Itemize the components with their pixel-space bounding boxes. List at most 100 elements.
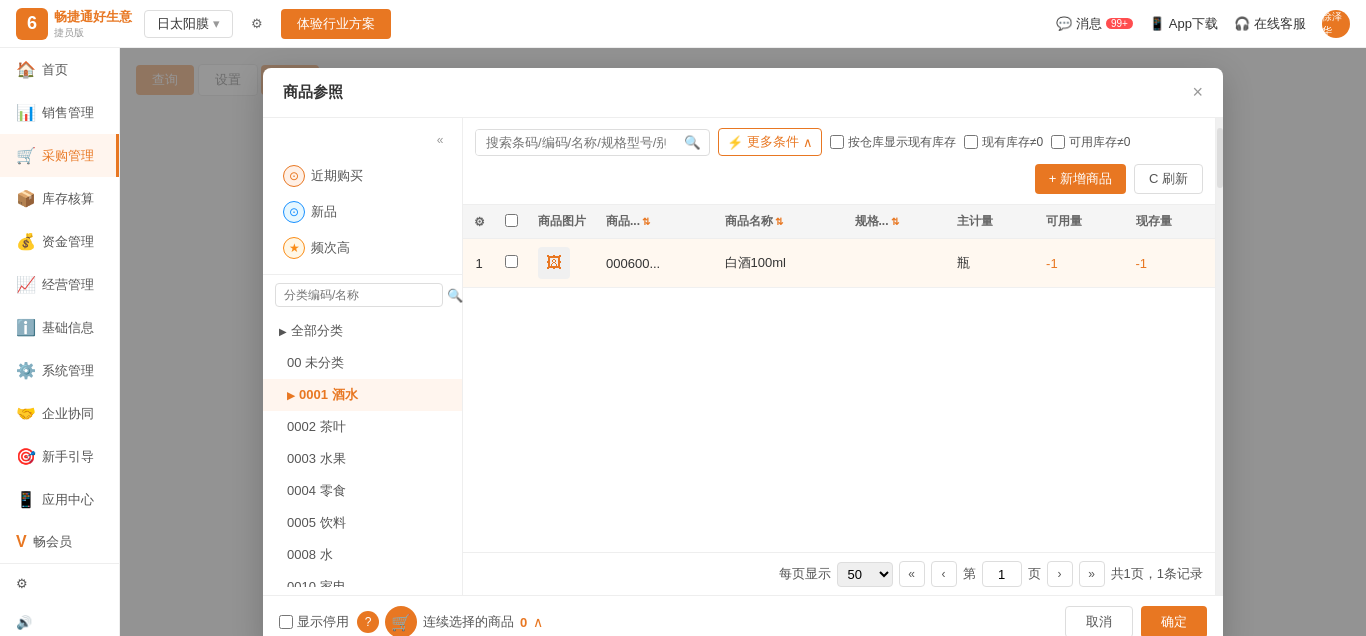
confirm-button[interactable]: 确定 xyxy=(1141,606,1207,636)
col-image: 商品图片 xyxy=(528,205,596,239)
sidebar-item-basic-info[interactable]: ℹ️ 基础信息 xyxy=(0,306,119,349)
product-thumbnail: 🖼 xyxy=(538,247,570,279)
sidebar-item-home[interactable]: 🏠 首页 xyxy=(0,48,119,91)
next-page-button[interactable]: › xyxy=(1047,561,1073,587)
table-row[interactable]: 1 🖼 xyxy=(463,239,1215,288)
modal-body: « ⊙ 近期购买 ⊙ 新品 ★ xyxy=(263,118,1223,595)
settings-button[interactable]: ⚙ xyxy=(241,8,273,40)
first-page-button[interactable]: « xyxy=(899,561,925,587)
modal-title: 商品参照 xyxy=(283,83,343,102)
filter-new[interactable]: ⊙ 新品 xyxy=(271,194,454,230)
row-code: 000600... xyxy=(596,239,715,288)
sidebar: 🏠 首页 📊 销售管理 🛒 采购管理 📦 库存核算 💰 资金管理 📈 经营管理 … xyxy=(0,48,120,636)
message-icon: 💬 xyxy=(1056,16,1072,31)
online-service-button[interactable]: 🎧 在线客服 xyxy=(1234,15,1306,33)
category-appliance[interactable]: 0010 家电 xyxy=(263,571,462,587)
table-settings-icon[interactable]: ⚙ xyxy=(474,215,485,229)
category-tea[interactable]: 0002 茶叶 xyxy=(263,411,462,443)
trial-button[interactable]: 体验行业方案 xyxy=(281,9,391,39)
category-uncategorized[interactable]: 00 未分类 xyxy=(263,347,462,379)
select-all-checkbox[interactable] xyxy=(505,214,518,227)
operations-icon: 📈 xyxy=(16,275,36,294)
sidebar-item-sales[interactable]: 📊 销售管理 xyxy=(0,91,119,134)
sidebar-item-member[interactable]: V 畅会员 xyxy=(0,521,119,563)
category-search-icon[interactable]: 🔍 xyxy=(447,288,463,303)
footer-left: ? 🛒 连续选择的商品 0 ∧ xyxy=(357,606,543,636)
panel-collapse-button[interactable]: « xyxy=(430,130,450,150)
filter-frequent[interactable]: ★ 频次高 xyxy=(271,230,454,266)
sidebar-item-volume[interactable]: 🔊 xyxy=(0,603,119,636)
page-label: 页 xyxy=(1028,565,1041,583)
system-icon: ⚙️ xyxy=(16,361,36,380)
category-fruit[interactable]: 0003 水果 xyxy=(263,443,462,475)
col-code[interactable]: 商品...⇅ xyxy=(596,205,715,239)
per-page-select[interactable]: 50 100 200 xyxy=(837,562,893,587)
category-water[interactable]: 0008 水 xyxy=(263,539,462,571)
category-wine[interactable]: ▶ 0001 酒水 xyxy=(263,379,462,411)
sidebar-item-apps[interactable]: 📱 应用中心 xyxy=(0,478,119,521)
last-page-button[interactable]: » xyxy=(1079,561,1105,587)
info-icon: ℹ️ xyxy=(16,318,36,337)
more-filters-button[interactable]: ⚡ 更多条件 ∧ xyxy=(718,128,822,156)
app-download-button[interactable]: 📱 App下载 xyxy=(1149,15,1218,33)
modal-footer: 显示停用 ? 🛒 连续选择的商品 0 ∧ 取消 确定 xyxy=(263,595,1223,636)
per-page-label: 每页显示 xyxy=(779,565,831,583)
cancel-button[interactable]: 取消 xyxy=(1065,606,1133,636)
filter-icon: ⚡ xyxy=(727,135,743,150)
cart-button[interactable]: 🛒 xyxy=(385,606,417,636)
col-name[interactable]: 商品名称⇅ xyxy=(715,205,845,239)
apps-icon: 📱 xyxy=(16,490,36,509)
category-drink[interactable]: 0005 饮料 xyxy=(263,507,462,539)
logo-icon: 6 xyxy=(16,8,48,40)
refresh-button[interactable]: C 刷新 xyxy=(1134,164,1203,194)
checkbox-nonzero-available[interactable]: 可用库存≠0 xyxy=(1051,134,1130,151)
modal-overlay: 商品参照 × « ⊙ 近期购买 xyxy=(120,48,1366,636)
modal-close-button[interactable]: × xyxy=(1192,82,1203,103)
category-all[interactable]: ▶ 全部分类 xyxy=(263,315,462,347)
category-search-input[interactable] xyxy=(275,283,443,307)
scrollbar-thumb[interactable] xyxy=(1217,128,1223,188)
total-label: 共1页，1条记录 xyxy=(1111,565,1203,583)
sidebar-item-enterprise[interactable]: 🤝 企业协同 xyxy=(0,392,119,435)
prev-page-button[interactable]: ‹ xyxy=(931,561,957,587)
row-checkbox[interactable] xyxy=(505,255,518,268)
scrollbar[interactable] xyxy=(1215,118,1223,595)
col-spec[interactable]: 规格...⇅ xyxy=(845,205,947,239)
col-unit[interactable]: 主计量 xyxy=(947,205,1036,239)
table-header-row: ⚙ 商品图片 xyxy=(463,205,1215,239)
new-icon: ⊙ xyxy=(283,201,305,223)
product-search-input[interactable] xyxy=(476,130,676,155)
headset-icon: 🎧 xyxy=(1234,16,1250,31)
disabled-checkbox[interactable] xyxy=(279,615,293,629)
sidebar-item-finance[interactable]: 💰 资金管理 xyxy=(0,220,119,263)
category-tree: ▶ 全部分类 00 未分类 ▶ 0001 酒水 0002 茶 xyxy=(263,311,462,587)
product-search-button[interactable]: 🔍 xyxy=(676,130,709,155)
sidebar-item-settings-bottom[interactable]: ⚙ xyxy=(0,564,119,603)
row-stock: -1 xyxy=(1126,239,1215,288)
topbar-center: 日太阳膜 ▾ ⚙ 体验行业方案 xyxy=(144,8,1044,40)
footer-collapse-button[interactable]: ∧ xyxy=(533,614,543,630)
page-number-input[interactable] xyxy=(982,561,1022,587)
sidebar-item-guide[interactable]: 🎯 新手引导 xyxy=(0,435,119,478)
checkbox-nonzero-stock[interactable]: 现有库存≠0 xyxy=(964,134,1043,151)
sidebar-item-operations[interactable]: 📈 经营管理 xyxy=(0,263,119,306)
selected-text: 连续选择的商品 xyxy=(423,613,514,631)
arrow-icon: ▶ xyxy=(279,326,287,337)
store-selector[interactable]: 日太阳膜 ▾ xyxy=(144,10,233,38)
quick-filters: ⊙ 近期购买 ⊙ 新品 ★ 频次高 xyxy=(263,154,462,270)
filter-recent[interactable]: ⊙ 近期购买 xyxy=(271,158,454,194)
purchase-icon: 🛒 xyxy=(16,146,36,165)
messages-button[interactable]: 💬 消息 99+ xyxy=(1056,15,1133,33)
display-disabled-checkbox[interactable]: 显示停用 xyxy=(279,613,349,631)
product-search-bar: 🔍 xyxy=(475,129,710,156)
help-icon[interactable]: ? xyxy=(357,611,379,633)
category-snack[interactable]: 0004 零食 xyxy=(263,475,462,507)
sidebar-item-inventory[interactable]: 📦 库存核算 xyxy=(0,177,119,220)
sidebar-item-system[interactable]: ⚙️ 系统管理 xyxy=(0,349,119,392)
sidebar-item-purchase[interactable]: 🛒 采购管理 xyxy=(0,134,119,177)
pagination: 每页显示 50 100 200 « ‹ 第 页 › xyxy=(463,552,1215,595)
add-product-button[interactable]: + 新增商品 xyxy=(1035,164,1126,194)
user-menu[interactable]: 徐泽华 xyxy=(1322,10,1350,38)
right-panel: 🔍 ⚡ 更多条件 ∧ 按仓库显示现有库存 xyxy=(463,118,1215,595)
checkbox-show-inventory[interactable]: 按仓库显示现有库存 xyxy=(830,134,956,151)
